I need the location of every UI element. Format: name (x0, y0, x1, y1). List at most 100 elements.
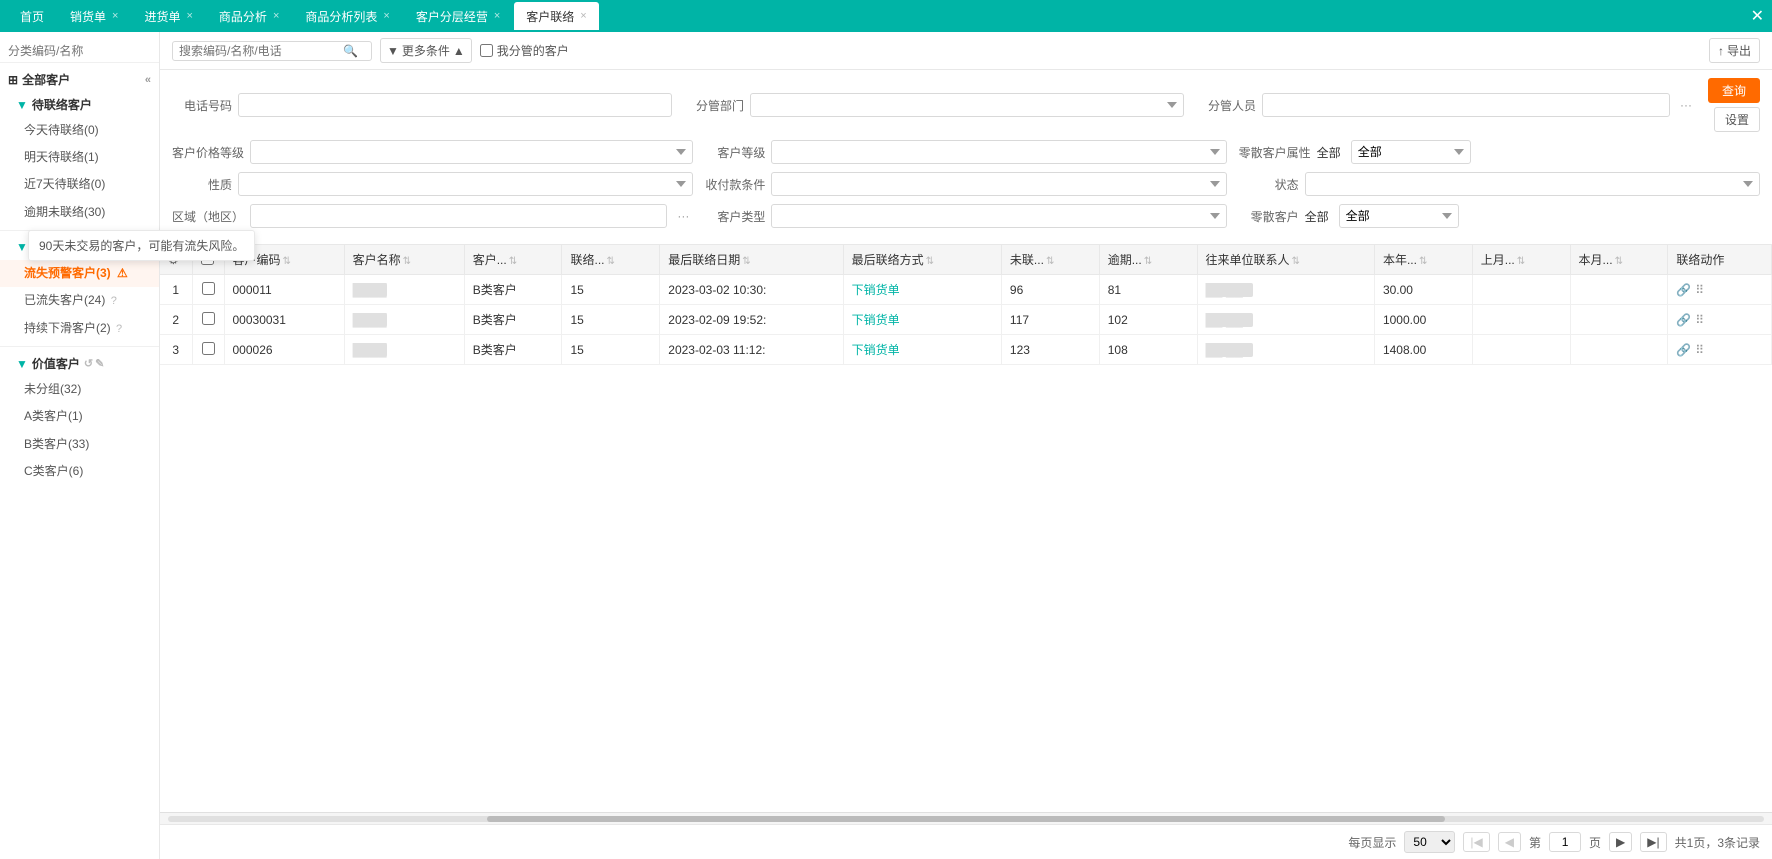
row-overdue-2: 108 (1099, 335, 1197, 365)
filter-input-region[interactable] (250, 204, 667, 228)
tab-home[interactable]: 首页 (8, 2, 56, 30)
search-input[interactable] (179, 44, 339, 58)
last-method-link-0[interactable]: 下销货单 (852, 283, 900, 297)
sort-icon-contact-person: ⇅ (1292, 256, 1300, 267)
row-checkbox-2[interactable] (202, 342, 215, 355)
per-page-select[interactable]: 50 100 200 (1404, 831, 1455, 853)
action-more-icon-2[interactable]: ⠿ (1695, 343, 1704, 357)
action-link-icon-0[interactable]: 🔗 (1676, 283, 1691, 297)
edit-icon-value[interactable]: ✎ (95, 357, 104, 370)
sidebar-item-churn-warning[interactable]: 流失预警客户(3) ⚠ (0, 260, 159, 287)
question-icon-churned[interactable]: ? (111, 295, 117, 307)
tab-purchase[interactable]: 进货单 × (132, 2, 204, 30)
tab-close-customer-tier[interactable]: × (494, 10, 500, 22)
filter-select-status[interactable] (1305, 172, 1760, 196)
col-name[interactable]: 客户名称⇅ (344, 245, 464, 275)
sidebar-group-value[interactable]: ▼ 价值客户 ↺ ✎ (0, 351, 159, 376)
row-checkbox-0[interactable] (202, 282, 215, 295)
row-checkbox-cell-2[interactable] (192, 335, 224, 365)
horizontal-scrollbar[interactable] (160, 812, 1772, 824)
first-page-btn[interactable]: |◀ (1463, 832, 1489, 852)
filter-select-payment[interactable] (771, 172, 1226, 196)
action-more-icon-1[interactable]: ⠿ (1695, 313, 1704, 327)
sidebar-item-no-group[interactable]: 未分组(32) (0, 376, 159, 403)
col-last-month[interactable]: 上月...⇅ (1472, 245, 1570, 275)
search-box[interactable]: 🔍 (172, 41, 372, 61)
sidebar-item-overdue[interactable]: 逾期未联络(30) (0, 199, 159, 226)
col-last-method[interactable]: 最后联络方式⇅ (843, 245, 1001, 275)
row-last-method-1[interactable]: 下销货单 (843, 305, 1001, 335)
filter-label-region: 区域（地区） (172, 208, 244, 225)
filter-input-phone[interactable] (238, 93, 672, 117)
sidebar-item-b-class[interactable]: B类客户(33) (0, 431, 159, 458)
filter-select-level[interactable] (771, 140, 1226, 164)
more-filter-btn[interactable]: ▼ 更多条件 ▲ (380, 38, 472, 63)
last-method-link-1[interactable]: 下销货单 (852, 313, 900, 327)
tab-customer-tier[interactable]: 客户分层经营 × (404, 2, 512, 30)
my-customer-checkbox-label[interactable]: 我分管的客户 (480, 42, 569, 59)
col-overdue[interactable]: 逾期...⇅ (1099, 245, 1197, 275)
sidebar-item-declining[interactable]: 持续下滑客户(2) ? (0, 315, 159, 343)
question-icon-declining[interactable]: ? (116, 323, 122, 335)
action-more-icon-0[interactable]: ⠿ (1695, 283, 1704, 297)
tab-customer-contact[interactable]: 客户联络 × (514, 2, 598, 30)
row-last-method-2[interactable]: 下销货单 (843, 335, 1001, 365)
sidebar-collapse-btn[interactable]: « (145, 74, 151, 86)
col-no-contact[interactable]: 未联...⇅ (1001, 245, 1099, 275)
last-page-btn[interactable]: ▶| (1640, 832, 1666, 852)
col-contact-count[interactable]: 联络...⇅ (562, 245, 660, 275)
col-contact-person[interactable]: 往来单位联系人⇅ (1197, 245, 1374, 275)
sort-icon-type: ⇅ (509, 256, 517, 267)
sidebar-item-churned[interactable]: 已流失客户(24) ? (0, 287, 159, 315)
col-last-date[interactable]: 最后联络日期⇅ (660, 245, 843, 275)
sidebar-root[interactable]: ⊞ 全部客户 « (0, 67, 159, 92)
window-close-btn[interactable]: ✕ (1751, 6, 1764, 26)
filter-select-nature[interactable] (238, 172, 693, 196)
filter-select-zero-customer[interactable]: 全部 (1339, 204, 1459, 228)
row-contact-count-0: 15 (562, 275, 660, 305)
tab-close-analysis-list[interactable]: × (383, 10, 389, 22)
sidebar-search-box[interactable]: 🔍 (0, 40, 159, 63)
export-btn[interactable]: ↑ 导出 (1709, 38, 1760, 63)
sidebar-item-a-class[interactable]: A类客户(1) (0, 403, 159, 430)
refresh-icon-value[interactable]: ↺ (84, 357, 93, 370)
next-page-btn[interactable]: ▶ (1609, 832, 1632, 852)
row-last-method-0[interactable]: 下销货单 (843, 275, 1001, 305)
action-link-icon-2[interactable]: 🔗 (1676, 343, 1691, 357)
col-type[interactable]: 客户...⇅ (464, 245, 562, 275)
tab-close-sales[interactable]: × (112, 10, 118, 22)
row-checkbox-cell-1[interactable] (192, 305, 224, 335)
filter-select-type[interactable] (771, 204, 1226, 228)
col-this-month[interactable]: 本月...⇅ (1570, 245, 1668, 275)
tab-analysis[interactable]: 商品分析 × (207, 2, 291, 30)
page-input[interactable] (1549, 832, 1581, 852)
filter-more-region-btn[interactable]: ··· (673, 209, 693, 223)
row-code-1: 00030031 (224, 305, 344, 335)
sidebar-item-c-class[interactable]: C类客户(6) (0, 458, 159, 485)
filter-select-price-level[interactable] (250, 140, 693, 164)
row-checkbox-1[interactable] (202, 312, 215, 325)
sidebar-item-today[interactable]: 今天待联络(0) (0, 117, 159, 144)
action-link-icon-1[interactable]: 🔗 (1676, 313, 1691, 327)
prev-page-btn[interactable]: ◀ (1498, 832, 1521, 852)
sidebar-group-pending[interactable]: ▼ 待联络客户 (0, 92, 159, 117)
tab-analysis-list[interactable]: 商品分析列表 × (293, 2, 401, 30)
tab-sales[interactable]: 销货单 × (58, 2, 130, 30)
filter-select-zero-attr[interactable]: 全部 (1351, 140, 1471, 164)
col-this-year[interactable]: 本年...⇅ (1374, 245, 1472, 275)
filter-select-dept[interactable] (750, 93, 1184, 117)
sidebar-item-tomorrow[interactable]: 明天待联络(1) (0, 144, 159, 171)
last-method-link-2[interactable]: 下销货单 (852, 343, 900, 357)
row-checkbox-cell-0[interactable] (192, 275, 224, 305)
sidebar-search-input[interactable] (8, 44, 160, 58)
tab-close-purchase[interactable]: × (186, 10, 192, 22)
tab-close-customer-contact[interactable]: × (580, 10, 586, 22)
search-icon[interactable]: 🔍 (343, 44, 358, 58)
my-customer-checkbox[interactable] (480, 44, 493, 57)
query-btn[interactable]: 查询 (1708, 78, 1760, 103)
sidebar-item-7days[interactable]: 近7天待联络(0) (0, 171, 159, 198)
settings-btn[interactable]: 设置 (1714, 107, 1760, 132)
filter-more-person-btn[interactable]: ··· (1676, 98, 1696, 112)
tab-close-analysis[interactable]: × (273, 10, 279, 22)
filter-input-person[interactable] (1262, 93, 1670, 117)
